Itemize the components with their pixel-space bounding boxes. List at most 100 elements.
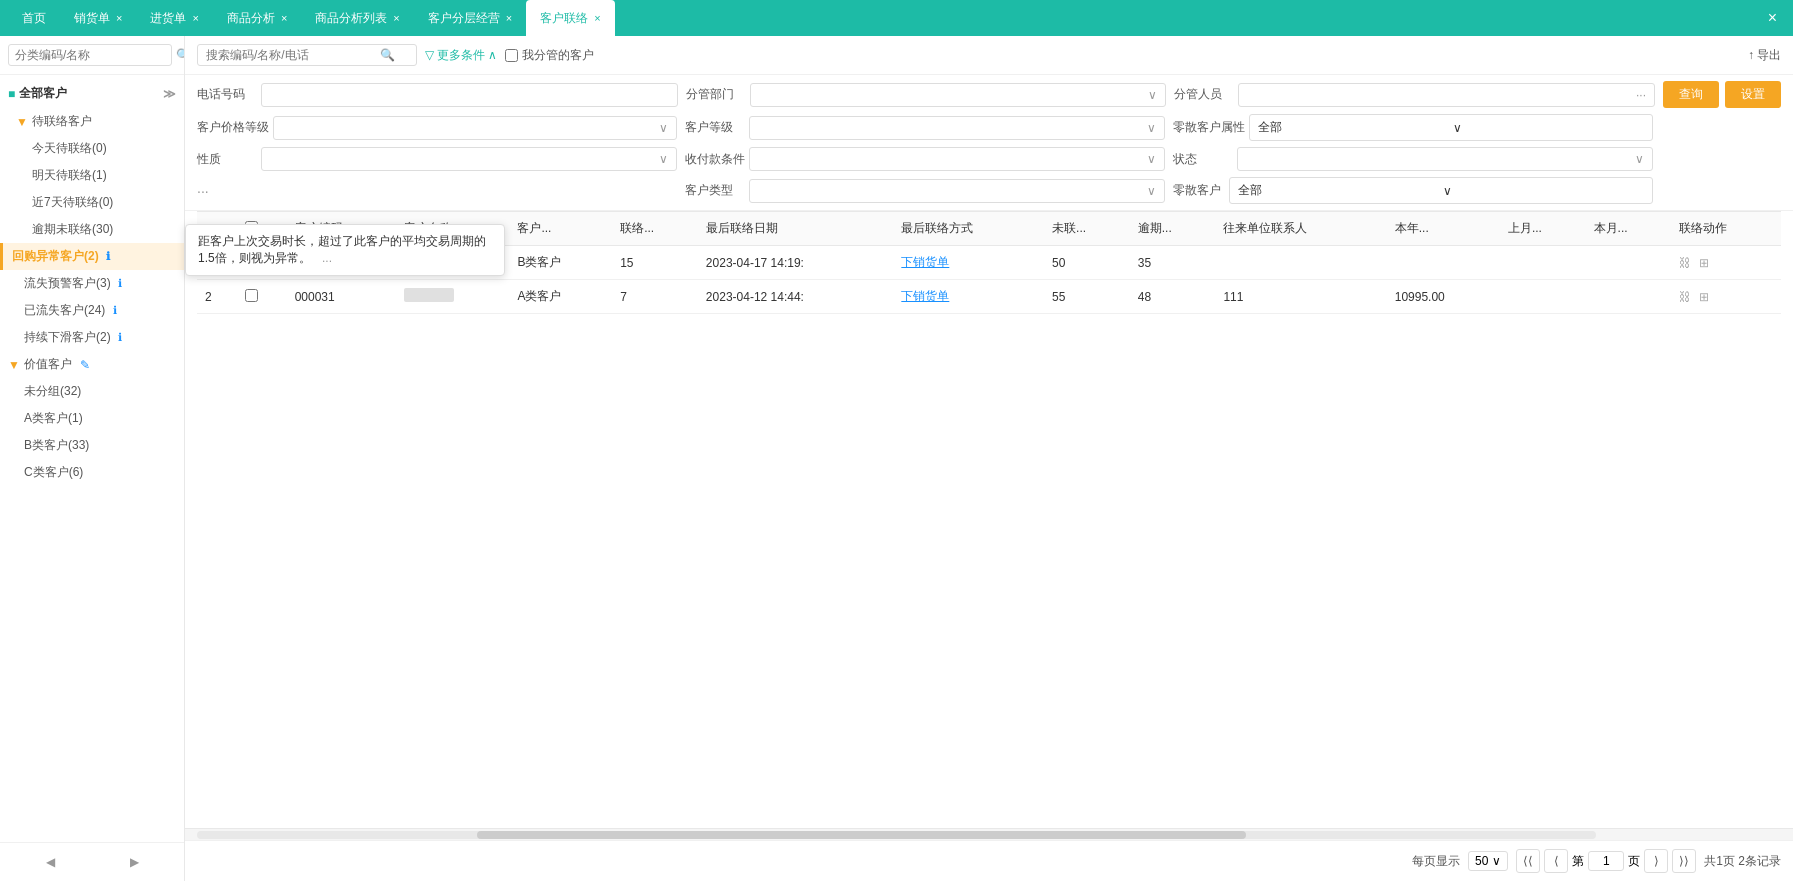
tooltip-more: ... xyxy=(322,251,332,265)
person-select[interactable]: ··· xyxy=(1238,83,1655,107)
row2-link-icon[interactable]: ⛓ xyxy=(1679,290,1691,304)
filter-cell-cust-type: 客户类型 ∨ xyxy=(685,179,1165,203)
sidebar-collapse-btn[interactable]: ≫ xyxy=(163,87,176,101)
row2-overdue: 48 xyxy=(1130,280,1216,314)
query-btn[interactable]: 查询 xyxy=(1663,81,1719,108)
row2-last-month xyxy=(1500,280,1586,314)
info-icon-churn-warning: ℹ xyxy=(118,277,122,289)
sidebar-item-ungroup[interactable]: 未分组(32) xyxy=(0,378,184,405)
sidebar-item-7days[interactable]: 近7天待联络(0) xyxy=(8,189,184,216)
filter-cell-person: 分管人员 ··· xyxy=(1174,83,1655,107)
pagination-bar: 每页显示 50 ∨ ⟨⟨ ⟨ 第 页 ⟩ ⟩⟩ 共1页 2条记录 xyxy=(185,840,1793,881)
close-product-analysis-tab[interactable]: × xyxy=(281,12,287,24)
payment-select[interactable]: ∨ xyxy=(749,147,1165,171)
last-page-btn[interactable]: ⟩⟩ xyxy=(1672,849,1696,873)
tab-sales[interactable]: 销货单 × xyxy=(60,0,136,36)
filter-cell-price-tier: 客户价格等级 ∨ xyxy=(197,116,677,140)
dept-select[interactable]: ∨ xyxy=(750,83,1167,107)
sidebar-nav-next[interactable]: ▶ xyxy=(126,853,143,871)
main-layout: 🔍 ■ 全部客户 ≫ ▼ 待联络客户 今天待联络(0) 明天待联络(1) xyxy=(0,36,1793,881)
row2-last-method[interactable]: 下销货单 xyxy=(893,280,1044,314)
tab-product-analysis[interactable]: 商品分析 × xyxy=(213,0,301,36)
tab-purchase[interactable]: 进货单 × xyxy=(136,0,212,36)
tab-customer-contact[interactable]: 客户联络 × xyxy=(526,0,614,36)
sidebar-item-declining[interactable]: 持续下滑客户(2) ℹ xyxy=(0,324,184,351)
retail-attr-select[interactable]: 全部 ∨ xyxy=(1249,114,1653,141)
bottom-scrollbar[interactable] xyxy=(185,828,1793,840)
sidebar-bottom: ◀ ▶ xyxy=(0,842,184,881)
cust-type-chevron: ∨ xyxy=(1147,184,1156,198)
filter-more-btn[interactable]: ··· xyxy=(197,183,209,199)
sidebar-item-churned[interactable]: 已流失客户(24) ℹ xyxy=(0,297,184,324)
row1-last-date: 2023-04-17 14:19: xyxy=(698,246,893,280)
filter-rows: 电话号码 分管部门 ∨ 分管人员 ··· xyxy=(185,75,1793,211)
row2-grid-icon[interactable]: ⊞ xyxy=(1699,290,1709,304)
price-tier-chevron: ∨ xyxy=(659,121,668,135)
row2-method-link[interactable]: 下销货单 xyxy=(901,289,949,303)
sidebar-nav-prev[interactable]: ◀ xyxy=(42,853,59,871)
row1-last-month xyxy=(1500,246,1586,280)
info-icon-churned: ℹ xyxy=(113,304,117,316)
status-select[interactable]: ∨ xyxy=(1237,147,1653,171)
phone-input[interactable] xyxy=(261,83,678,107)
sidebar-item-tomorrow[interactable]: 明天待联络(1) xyxy=(8,162,184,189)
close-product-list-tab[interactable]: × xyxy=(393,12,399,24)
sidebar-search-input[interactable] xyxy=(8,44,172,66)
my-customers-checkbox[interactable] xyxy=(505,49,518,62)
page-label-post: 页 xyxy=(1628,853,1640,870)
prev-page-btn[interactable]: ⟨ xyxy=(1544,849,1568,873)
filter-search-icon[interactable]: 🔍 xyxy=(380,48,395,62)
sidebar-item-overdue[interactable]: 逾期未联络(30) xyxy=(8,216,184,243)
tooltip-box: 距客户上次交易时长，超过了此客户的平均交易周期的1.5倍，则视为异常。 ... xyxy=(185,224,505,276)
sidebar-item-repurchase-abnormal[interactable]: 回购异常客户(2) ℹ xyxy=(0,243,184,270)
page-num-input[interactable] xyxy=(1588,851,1624,871)
row1-last-method[interactable]: 下销货单 xyxy=(893,246,1044,280)
next-page-btn[interactable]: ⟩ xyxy=(1644,849,1668,873)
sidebar-item-c-class[interactable]: C类客户(6) xyxy=(0,459,184,486)
settings-btn[interactable]: 设置 xyxy=(1725,81,1781,108)
tab-customer-tier[interactable]: 客户分层经营 × xyxy=(414,0,526,36)
tab-home[interactable]: 首页 xyxy=(8,0,60,36)
tab-product-list[interactable]: 商品分析列表 × xyxy=(301,0,413,36)
row1-method-link[interactable]: 下销货单 xyxy=(901,255,949,269)
sidebar-item-today[interactable]: 今天待联络(0) xyxy=(8,135,184,162)
retail-cust-select[interactable]: 全部 ∨ xyxy=(1229,177,1653,204)
filter-cell-retail-attr: 零散客户属性 全部 ∨ xyxy=(1173,114,1653,141)
close-customer-contact-tab[interactable]: × xyxy=(594,12,600,24)
export-icon: ↑ xyxy=(1748,48,1754,62)
nature-select[interactable]: ∨ xyxy=(261,147,677,171)
row1-overdue: 35 xyxy=(1130,246,1216,280)
sidebar-item-a-class[interactable]: A类客户(1) xyxy=(0,405,184,432)
sidebar-item-b-class[interactable]: B类客户(33) xyxy=(0,432,184,459)
table-row: 2 000031 A类客户 7 2023-04-12 14:44: 下销货单 5… xyxy=(197,280,1781,314)
row1-grid-icon[interactable]: ⊞ xyxy=(1699,256,1709,270)
sidebar-pending-title[interactable]: ▼ 待联络客户 xyxy=(8,108,184,135)
cust-tier-select[interactable]: ∨ xyxy=(749,116,1165,140)
sidebar-item-churn-warning[interactable]: 流失预警客户(3) ℹ xyxy=(0,270,184,297)
row2-check[interactable] xyxy=(245,289,258,302)
first-page-btn[interactable]: ⟨⟨ xyxy=(1516,849,1540,873)
scrollbar-track xyxy=(197,831,1596,839)
filter-cell-payment: 收付款条件 ∨ xyxy=(685,147,1165,171)
row2-action-icons: ⛓ ⊞ xyxy=(1679,290,1773,304)
row1-link-icon[interactable]: ⛓ xyxy=(1679,256,1691,270)
close-customer-tier-tab[interactable]: × xyxy=(506,12,512,24)
sidebar-search-area: 🔍 xyxy=(0,36,184,75)
sidebar-value-customers-title[interactable]: ▼ 价值客户 ✎ xyxy=(0,351,184,378)
more-conditions-btn[interactable]: ▽ 更多条件 ∧ xyxy=(425,47,497,64)
status-chevron: ∨ xyxy=(1635,152,1644,166)
sidebar-search-icon[interactable]: 🔍 xyxy=(176,48,185,62)
close-all-tabs[interactable]: × xyxy=(1760,9,1785,27)
close-sales-tab[interactable]: × xyxy=(116,12,122,24)
pending-arrow: ▼ xyxy=(16,115,28,129)
page-size-select[interactable]: 50 ∨ xyxy=(1468,851,1508,871)
row1-this-year xyxy=(1387,246,1500,280)
sidebar-all-customers[interactable]: ■ 全部客户 ≫ xyxy=(0,79,184,108)
filter-search-input[interactable] xyxy=(206,48,376,62)
value-customers-edit[interactable]: ✎ xyxy=(80,358,90,372)
cust-type-select[interactable]: ∨ xyxy=(749,179,1165,203)
close-purchase-tab[interactable]: × xyxy=(192,12,198,24)
chevron-up-icon: ∧ xyxy=(488,48,497,62)
price-tier-select[interactable]: ∨ xyxy=(273,116,677,140)
export-btn[interactable]: ↑ 导出 xyxy=(1748,47,1781,64)
